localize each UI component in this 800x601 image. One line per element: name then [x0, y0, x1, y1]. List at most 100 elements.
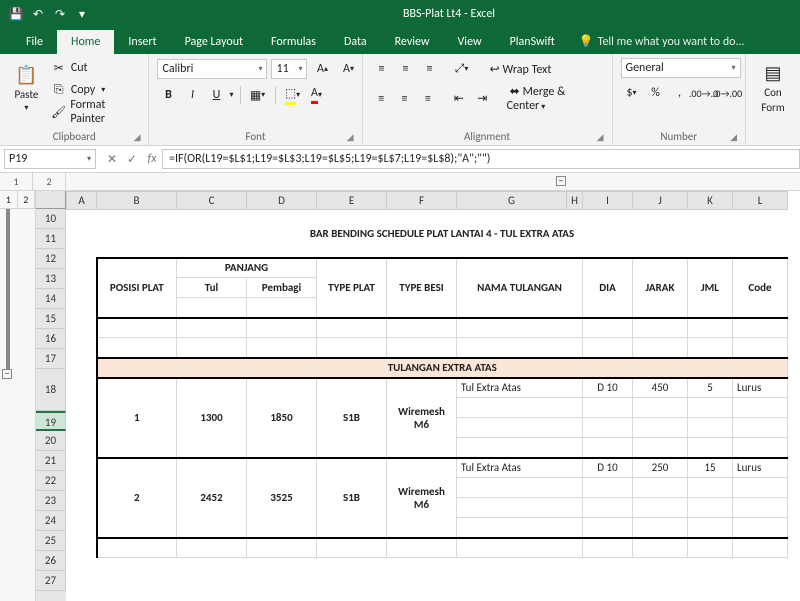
row-header[interactable]: 17: [36, 349, 66, 369]
align-right-button[interactable]: ≡: [417, 88, 438, 110]
col-outline-level-1[interactable]: 1: [0, 173, 33, 190]
column-header[interactable]: D: [247, 192, 317, 210]
align-center-button[interactable]: ≡: [394, 88, 415, 110]
accounting-format-button[interactable]: $▾: [621, 82, 643, 104]
row-header[interactable]: 26: [36, 551, 66, 571]
column-header[interactable]: H: [567, 192, 583, 210]
row-header[interactable]: 13: [36, 269, 66, 289]
font-color-button[interactable]: A▾: [306, 84, 328, 106]
borders-button[interactable]: ▦▾: [247, 84, 269, 106]
outline-branch[interactable]: [6, 209, 35, 369]
column-header[interactable]: J: [633, 192, 688, 210]
row-header[interactable]: 23: [36, 491, 66, 511]
row-outline-level-2[interactable]: 2: [18, 191, 36, 209]
row-header[interactable]: 15: [36, 309, 66, 329]
increase-font-button[interactable]: A▴: [311, 58, 333, 80]
row-header[interactable]: 18: [36, 369, 66, 411]
italic-button[interactable]: I: [181, 84, 203, 106]
orientation-button[interactable]: ⤢▾: [451, 58, 473, 80]
cell-jarak[interactable]: 450: [633, 378, 688, 398]
cell-typeplat[interactable]: S1B: [317, 378, 387, 458]
column-outline-ruler[interactable]: −: [66, 173, 800, 190]
cell-nama[interactable]: Tul Extra Atas: [457, 458, 583, 478]
column-header[interactable]: E: [317, 192, 387, 210]
cell-jml[interactable]: 15: [688, 458, 733, 478]
cell-tul[interactable]: 1300: [177, 378, 247, 458]
cell-pembagi[interactable]: 3525: [247, 458, 317, 538]
tab-page-layout[interactable]: Page Layout: [171, 30, 257, 54]
cell-typeplat[interactable]: S1B: [317, 458, 387, 538]
increase-decimal-button[interactable]: .00→.0: [693, 82, 715, 104]
collapse-icon[interactable]: −: [556, 176, 566, 186]
underline-button[interactable]: U: [205, 84, 227, 106]
row-header[interactable]: 16: [36, 329, 66, 349]
column-header[interactable]: K: [688, 192, 733, 210]
format-painter-button[interactable]: 🖌Format Painter: [51, 102, 141, 122]
dialog-launcher-icon[interactable]: ◢: [347, 132, 354, 143]
row-header[interactable]: 11: [36, 229, 66, 249]
col-outline-level-2[interactable]: 2: [33, 173, 66, 190]
dialog-launcher-icon[interactable]: ◢: [134, 132, 141, 143]
merge-center-button[interactable]: ⬌Merge & Center▾: [507, 84, 604, 113]
comma-button[interactable]: ,: [669, 82, 691, 104]
column-header[interactable]: G: [457, 192, 567, 210]
bold-button[interactable]: B: [157, 84, 179, 106]
percent-button[interactable]: %: [645, 82, 667, 104]
tab-formulas[interactable]: Formulas: [257, 30, 330, 54]
column-header[interactable]: C: [177, 192, 247, 210]
row-header[interactable]: 21: [36, 451, 66, 471]
number-format-combo[interactable]: General▾: [621, 58, 741, 78]
collapse-icon[interactable]: −: [2, 369, 12, 379]
tell-me[interactable]: 💡 Tell me what you want to do...: [569, 29, 755, 54]
wrap-text-button[interactable]: ↩Wrap Text: [487, 62, 552, 77]
row-header[interactable]: 25: [36, 531, 66, 551]
tab-home[interactable]: Home: [57, 30, 114, 54]
align-top-button[interactable]: ≡: [371, 58, 393, 80]
fx-button[interactable]: fx: [142, 149, 162, 169]
decrease-font-button[interactable]: A▾: [337, 58, 359, 80]
dialog-launcher-icon[interactable]: ◢: [730, 132, 737, 143]
cell-jarak[interactable]: 250: [633, 458, 688, 478]
column-header[interactable]: L: [733, 192, 788, 210]
tab-review[interactable]: Review: [381, 30, 444, 54]
row-outline-level-1[interactable]: 1: [0, 191, 18, 209]
decrease-decimal-button[interactable]: .0→.00: [717, 82, 739, 104]
row-header[interactable]: 22: [36, 471, 66, 491]
cell-nama[interactable]: Tul Extra Atas: [457, 378, 583, 398]
tab-insert[interactable]: Insert: [114, 30, 170, 54]
cell-jml[interactable]: 5: [688, 378, 733, 398]
row-header[interactable]: 12: [36, 249, 66, 269]
align-left-button[interactable]: ≡: [371, 88, 392, 110]
tab-planswift[interactable]: PlanSwift: [496, 30, 569, 54]
tab-file[interactable]: File: [12, 30, 57, 54]
cells[interactable]: ABCDEFGHIJKL BAR BENDING SCHEDULE PLAT L…: [66, 191, 788, 558]
cell-posisi[interactable]: 1: [97, 378, 177, 458]
column-header[interactable]: A: [67, 192, 97, 210]
font-name-combo[interactable]: Calibri▾: [157, 59, 267, 79]
conditional-formatting-button[interactable]: ▤ Con Form: [754, 58, 792, 118]
fill-color-button[interactable]: ⬚▾: [282, 84, 304, 106]
cell-dia[interactable]: D 10: [583, 378, 633, 398]
decrease-indent-button[interactable]: ⇤: [448, 88, 469, 110]
cell-typebesi[interactable]: Wiremesh M6: [387, 378, 457, 458]
dialog-launcher-icon[interactable]: ◢: [597, 132, 604, 143]
enter-formula-button[interactable]: ✓: [122, 149, 142, 169]
column-header[interactable]: B: [97, 192, 177, 210]
redo-icon[interactable]: ↷: [52, 7, 68, 22]
column-header[interactable]: I: [583, 192, 633, 210]
row-header[interactable]: 14: [36, 289, 66, 309]
row-header[interactable]: 10: [36, 209, 66, 229]
qat-more-icon[interactable]: ▾: [74, 7, 90, 22]
cell-code[interactable]: Lurus: [733, 458, 788, 478]
row-header[interactable]: 19: [36, 411, 66, 431]
save-icon[interactable]: 💾: [8, 7, 24, 22]
align-middle-button[interactable]: ≡: [395, 58, 417, 80]
cell-pembagi[interactable]: 1850: [247, 378, 317, 458]
font-size-combo[interactable]: 11▾: [271, 59, 307, 79]
cell-dia[interactable]: D 10: [583, 458, 633, 478]
cell-code[interactable]: Lurus: [733, 378, 788, 398]
row-header[interactable]: 20: [36, 431, 66, 451]
cancel-formula-button[interactable]: ✕: [102, 149, 122, 169]
cell-tul[interactable]: 2452: [177, 458, 247, 538]
copy-button[interactable]: ⎘Copy▾: [51, 80, 141, 100]
